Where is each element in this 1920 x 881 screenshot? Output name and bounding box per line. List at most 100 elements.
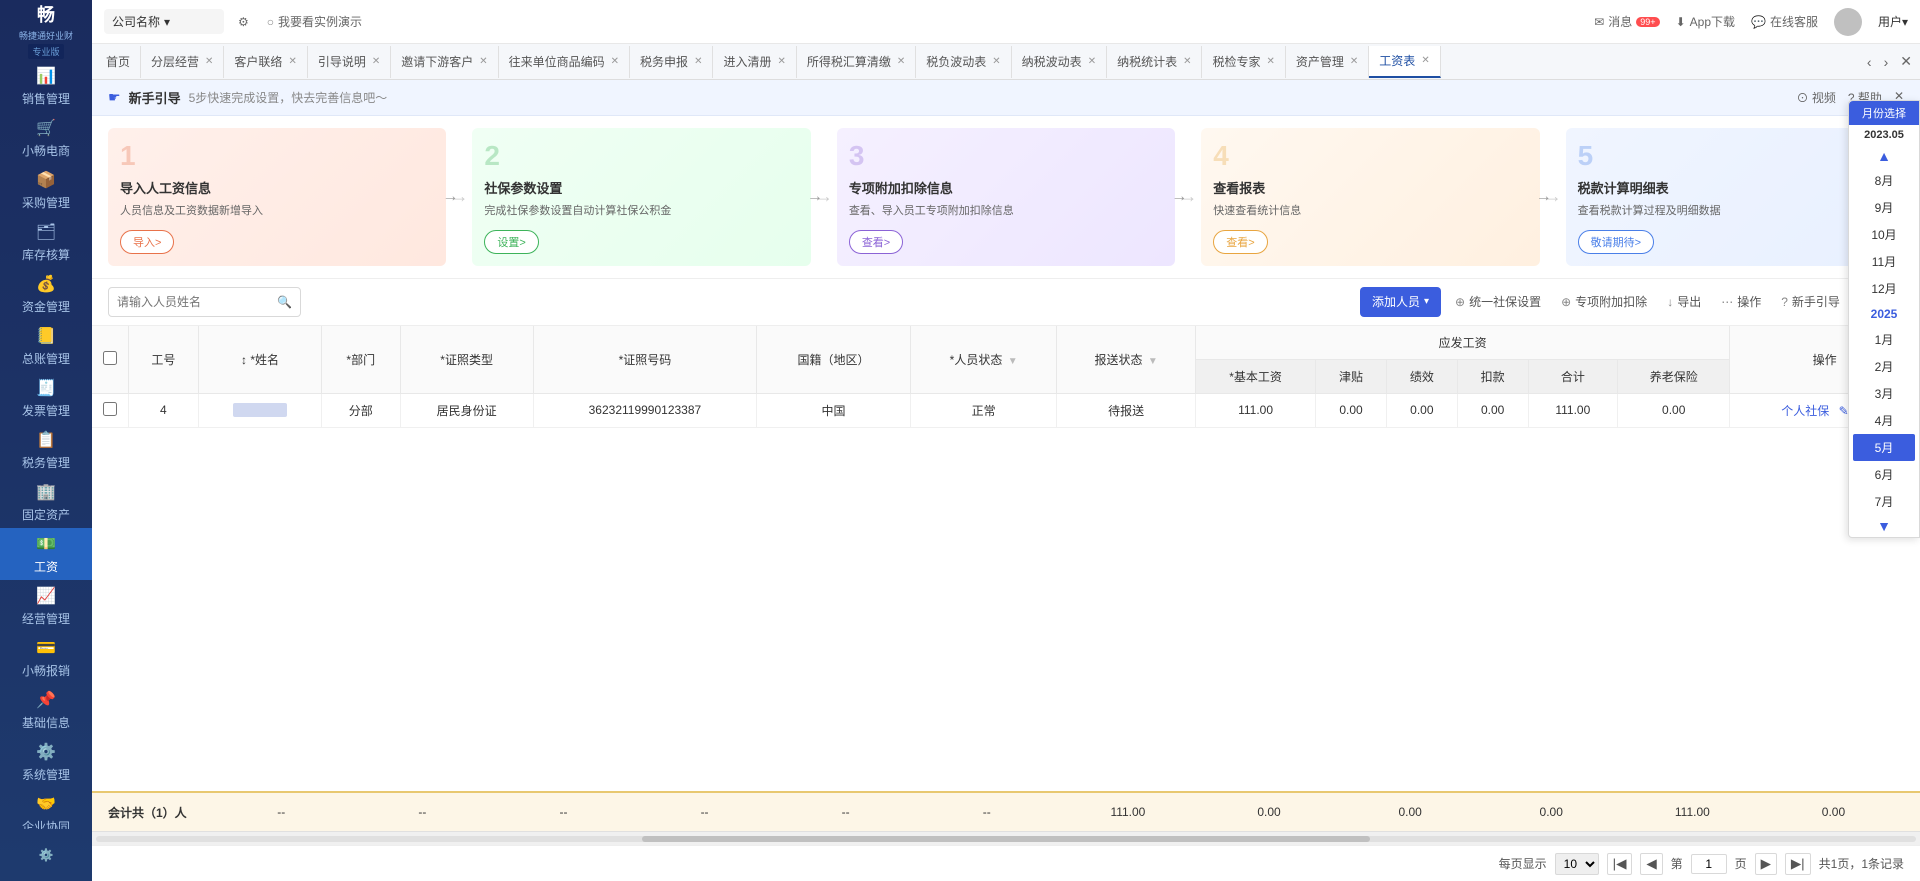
month-5[interactable]: 5月 [1853,434,1915,461]
close-icon[interactable]: ✕ [205,56,213,67]
new-guide-button[interactable]: ?新手引导 [1775,293,1846,310]
horizontal-scrollbar[interactable] [92,831,1920,845]
sidebar-item-basic[interactable]: 📌基础信息 [0,684,92,736]
close-icon[interactable]: ✕ [1183,56,1191,67]
tab-tax-declare[interactable]: 税务申报✕ [630,46,713,78]
social-security-button[interactable]: ⊕统一社保设置 [1449,293,1547,310]
close-icon[interactable]: ✕ [288,56,296,67]
step-btn-2[interactable]: 设置> [484,230,538,254]
close-icon[interactable]: ✕ [611,56,619,67]
prev-page-button[interactable]: ◀ [1640,853,1662,875]
demo-link[interactable]: ○ 我要看实例演示 [267,13,362,30]
first-page-button[interactable]: |◀ [1607,853,1633,875]
next-page-button[interactable]: ▶ [1755,853,1777,875]
sidebar-item-expense[interactable]: 💳小畅报销 [0,632,92,684]
step-btn-4[interactable]: 查看> [1213,230,1267,254]
close-icon[interactable]: ✕ [1350,56,1358,67]
online-service-button[interactable]: 💬 在线客服 [1751,13,1818,30]
month-6[interactable]: 6月 [1849,461,1919,488]
export-button[interactable]: ↓导出 [1661,293,1707,310]
search-icon[interactable]: 🔍 [277,295,292,309]
month-7[interactable]: 7月 [1849,488,1919,515]
month-8[interactable]: 8月 [1849,167,1919,194]
close-icon[interactable]: ✕ [992,56,1000,67]
tab-layered[interactable]: 分层经营✕ [141,46,224,78]
month-2[interactable]: 2月 [1849,353,1919,380]
personal-social-button[interactable]: 个人社保 [1781,404,1829,418]
close-icon[interactable]: ✕ [1088,56,1096,67]
sidebar-item-management[interactable]: 📈经营管理 [0,580,92,632]
tab-prev-button[interactable]: ‹ [1863,52,1876,72]
message-button[interactable]: ✉ 消息 99+ [1594,13,1659,30]
page-size-select[interactable]: 10 20 50 [1555,853,1599,875]
step-btn-1[interactable]: 导入> [120,230,174,254]
month-panel-title[interactable]: 月份选择 [1849,101,1919,125]
sidebar-item-invoice[interactable]: 🧾发票管理 [0,372,92,424]
close-icon[interactable]: ✕ [1267,56,1275,67]
company-selector[interactable]: 公司名称 ▾ [104,9,224,34]
tab-tax-expert[interactable]: 税检专家✕ [1202,46,1285,78]
sidebar-item-purchase[interactable]: 📦采购管理 [0,164,92,216]
logo-icon: 畅 [37,1,55,27]
search-input[interactable] [117,295,277,309]
tab-clearance[interactable]: 进入清册✕ [713,46,796,78]
tab-tax-burden[interactable]: 税负波动表✕ [916,46,1011,78]
tab-tax-wave[interactable]: 纳税波动表✕ [1012,46,1107,78]
close-icon[interactable]: ✕ [1421,55,1429,66]
tab-product-code[interactable]: 往来单位商品编码✕ [499,46,630,78]
scrollbar-thumb[interactable] [642,836,1370,842]
month-1[interactable]: 1月 [1849,326,1919,353]
month-3[interactable]: 3月 [1849,380,1919,407]
sidebar-item-assets[interactable]: 🏢固定资产 [0,476,92,528]
close-icon[interactable]: ✕ [777,56,785,67]
step-btn-5[interactable]: 敬请期待> [1578,230,1654,254]
close-icon[interactable]: ✕ [372,56,380,67]
tab-salary-table[interactable]: 工资表✕ [1369,46,1440,78]
settings-button[interactable]: ⚙ [232,11,255,33]
special-deduction-button[interactable]: ⊕专项附加扣除 [1555,293,1653,310]
tab-customer[interactable]: 客户联络✕ [224,46,307,78]
sidebar-item-system[interactable]: ⚙️系统管理 [0,736,92,788]
sidebar-item-collab[interactable]: 🤝企业协同 [0,788,92,829]
close-icon[interactable]: ✕ [897,56,905,67]
filter-icon-2[interactable]: ▼ [1148,356,1158,367]
step-btn-3[interactable]: 查看> [849,230,903,254]
month-scroll-down-button[interactable]: ▼ [1873,518,1895,534]
select-all-checkbox[interactable] [103,351,117,365]
sidebar-settings-button[interactable]: ⚙️ [0,829,92,881]
filter-icon[interactable]: ▼ [1008,356,1018,367]
tab-asset-mgmt[interactable]: 资产管理✕ [1286,46,1369,78]
month-4[interactable]: 4月 [1849,407,1919,434]
video-link[interactable]: ⊙ 视频 [1797,89,1836,106]
tab-next-button[interactable]: › [1880,52,1893,72]
month-12[interactable]: 12月 [1849,275,1919,302]
tab-income-tax[interactable]: 所得税汇算清缴✕ [797,46,916,78]
tab-invite[interactable]: 邀请下游客户✕ [391,46,498,78]
add-person-button[interactable]: 添加人员 ▾ [1360,287,1441,317]
tab-close-all-button[interactable]: ✕ [1896,51,1916,72]
sidebar-item-finance[interactable]: 💰资金管理 [0,268,92,320]
last-page-button[interactable]: ▶| [1785,853,1811,875]
close-icon[interactable]: ✕ [694,56,702,67]
sidebar-item-ecommerce[interactable]: 🛒小畅电商 [0,112,92,164]
month-10[interactable]: 10月 [1849,221,1919,248]
tab-tax-stats[interactable]: 纳税统计表✕ [1107,46,1202,78]
month-11[interactable]: 11月 [1849,248,1919,275]
row-checkbox[interactable] [103,402,117,416]
tab-home[interactable]: 首页 [96,46,141,78]
step-title-5: 税款计算明细表 [1578,178,1892,197]
sidebar-item-inventory[interactable]: 🗂库存核算 [0,216,92,268]
page-number-input[interactable] [1691,854,1727,874]
app-download-button[interactable]: ⬇ App下载 [1676,13,1735,30]
tab-guide[interactable]: 引导说明✕ [308,46,391,78]
avatar[interactable] [1834,8,1862,36]
sidebar-item-sales[interactable]: 📊销售管理 [0,60,92,112]
sidebar-item-ledger[interactable]: 📒总账管理 [0,320,92,372]
month-scroll-up-button[interactable]: ▲ [1873,148,1895,164]
close-icon[interactable]: ✕ [479,56,487,67]
sidebar-item-salary[interactable]: 💵工资 [0,528,92,580]
user-name[interactable]: 用户▾ [1878,13,1908,30]
month-9[interactable]: 9月 [1849,194,1919,221]
sidebar-item-tax[interactable]: 📋税务管理 [0,424,92,476]
operations-button[interactable]: ⋯操作 [1715,293,1767,310]
